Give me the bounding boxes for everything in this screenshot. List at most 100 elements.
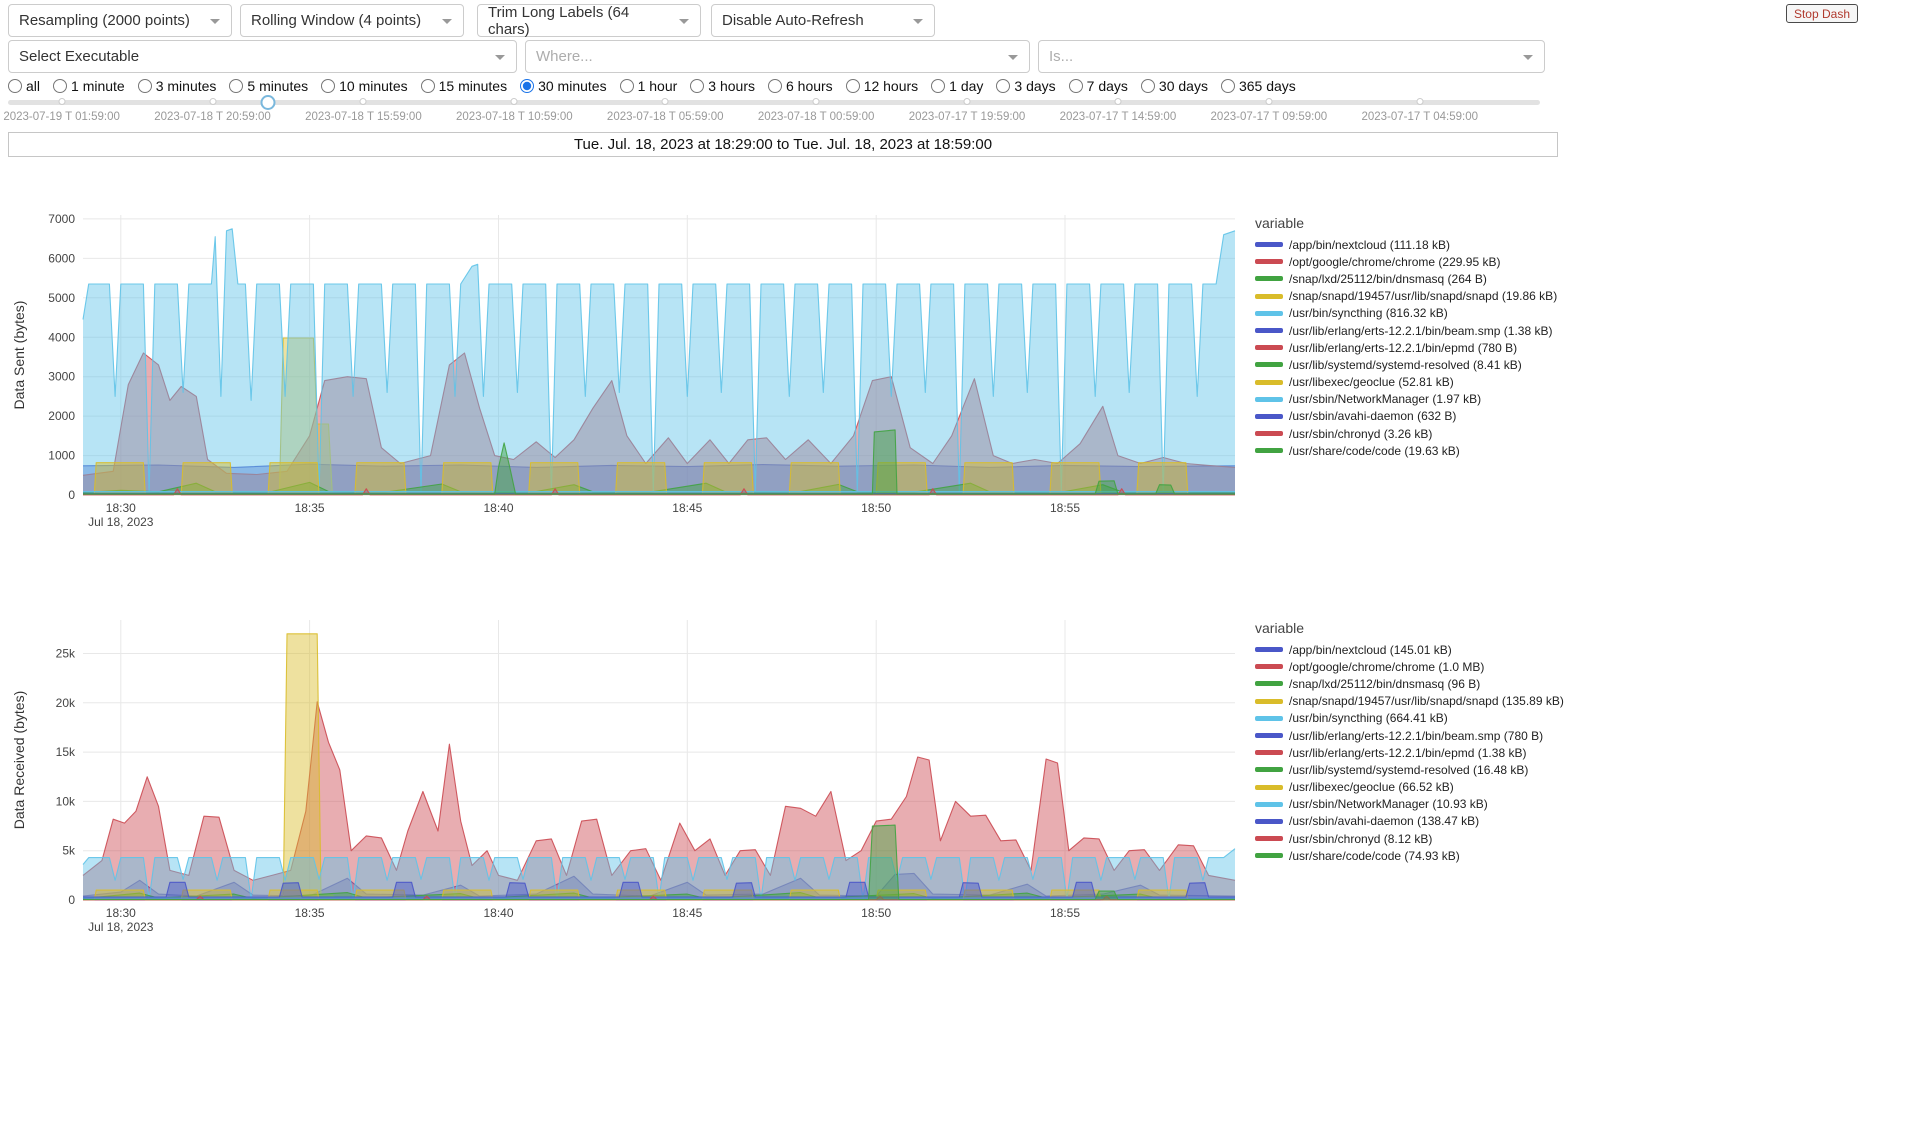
toolbar-dropdown-label: Rolling Window (4 points): [251, 12, 421, 29]
legend-entry[interactable]: /usr/libexec/geoclue (66.52 kB): [1255, 779, 1555, 796]
stop-dash-button[interactable]: Stop Dash: [1786, 4, 1858, 23]
interval-option[interactable]: 1 minute: [53, 78, 125, 94]
plot-area[interactable]: 05k10k15k20k25k18:30Jul 18, 202318:3518:…: [0, 610, 1250, 945]
interval-radio[interactable]: [421, 79, 435, 93]
executable-dropdown[interactable]: Select Executable: [8, 40, 517, 73]
interval-option[interactable]: 3 minutes: [138, 78, 217, 94]
svg-text:25k: 25k: [56, 647, 76, 661]
interval-radio[interactable]: [846, 79, 860, 93]
toolbar-dropdown-0[interactable]: Resampling (2000 points): [8, 4, 232, 37]
svg-text:1000: 1000: [48, 449, 75, 463]
legend-label: /usr/libexec/geoclue (66.52 kB): [1289, 780, 1454, 794]
is-dropdown[interactable]: Is...: [1038, 40, 1545, 73]
interval-option[interactable]: 3 days: [996, 78, 1055, 94]
legend-entry[interactable]: /usr/libexec/geoclue (52.81 kB): [1255, 374, 1555, 391]
legend-label: /usr/bin/syncthing (664.41 kB): [1289, 711, 1448, 725]
slider-tick-dot: [511, 98, 518, 105]
interval-option[interactable]: 1 day: [931, 78, 983, 94]
plot-area[interactable]: 0100020003000400050006000700018:30Jul 18…: [0, 205, 1250, 540]
legend-entry[interactable]: /snap/snapd/19457/usr/lib/snapd/snapd (1…: [1255, 288, 1555, 305]
legend-label: /usr/lib/systemd/systemd-resolved (8.41 …: [1289, 358, 1522, 372]
interval-radio[interactable]: [321, 79, 335, 93]
legend-entry[interactable]: /app/bin/nextcloud (111.18 kB): [1255, 236, 1555, 253]
legend-entry[interactable]: /usr/lib/systemd/systemd-resolved (8.41 …: [1255, 356, 1555, 373]
legend-label: /usr/lib/erlang/erts-12.2.1/bin/beam.smp…: [1289, 324, 1552, 338]
svg-text:18:35: 18:35: [295, 501, 325, 515]
interval-radio[interactable]: [8, 79, 22, 93]
interval-option[interactable]: 10 minutes: [321, 78, 407, 94]
interval-option[interactable]: 30 minutes: [520, 78, 606, 94]
interval-option[interactable]: 1 hour: [620, 78, 678, 94]
legend-entry[interactable]: /usr/lib/systemd/systemd-resolved (16.48…: [1255, 761, 1555, 778]
legend-label: /usr/lib/erlang/erts-12.2.1/bin/epmd (78…: [1289, 341, 1517, 355]
slider-mark-label: 2023-07-18 T 10:59:00: [456, 111, 573, 123]
interval-radio[interactable]: [690, 79, 704, 93]
legend-entry[interactable]: /usr/sbin/NetworkManager (10.93 kB): [1255, 796, 1555, 813]
interval-radio[interactable]: [768, 79, 782, 93]
slider-tick-dot: [360, 98, 367, 105]
interval-radio[interactable]: [229, 79, 243, 93]
legend-entry[interactable]: /usr/lib/erlang/erts-12.2.1/bin/beam.smp…: [1255, 727, 1555, 744]
legend-entry[interactable]: /usr/sbin/avahi-daemon (632 B): [1255, 408, 1555, 425]
slider-tick-dot: [1114, 98, 1121, 105]
legend-swatch: [1255, 311, 1283, 316]
slider-handle[interactable]: [261, 95, 276, 110]
legend-entry[interactable]: /snap/snapd/19457/usr/lib/snapd/snapd (1…: [1255, 693, 1555, 710]
svg-text:0: 0: [68, 893, 75, 907]
legend-entry[interactable]: /usr/bin/syncthing (816.32 kB): [1255, 305, 1555, 322]
interval-option[interactable]: 15 minutes: [421, 78, 507, 94]
svg-text:4000: 4000: [48, 330, 75, 344]
svg-text:18:50: 18:50: [861, 906, 891, 920]
y-axis-title: Data Sent (bytes): [11, 301, 27, 410]
svg-text:Jul 18, 2023: Jul 18, 2023: [88, 515, 154, 529]
legend-entry[interactable]: /usr/share/code/code (74.93 kB): [1255, 847, 1555, 864]
legend-entry[interactable]: /opt/google/chrome/chrome (229.95 kB): [1255, 253, 1555, 270]
legend-entry[interactable]: /usr/lib/erlang/erts-12.2.1/bin/epmd (1.…: [1255, 744, 1555, 761]
chart-data-sent[interactable]: 0100020003000400050006000700018:30Jul 18…: [0, 205, 1250, 545]
toolbar-dropdown-3[interactable]: Disable Auto-Refresh: [711, 4, 935, 37]
interval-radio[interactable]: [931, 79, 945, 93]
interval-option[interactable]: 6 hours: [768, 78, 833, 94]
interval-radio[interactable]: [138, 79, 152, 93]
legend-swatch: [1255, 664, 1283, 669]
interval-option[interactable]: 30 days: [1141, 78, 1208, 94]
legend-entry[interactable]: /snap/lxd/25112/bin/dnsmasq (96 B): [1255, 675, 1555, 692]
interval-radio[interactable]: [1141, 79, 1155, 93]
legend-entry[interactable]: /usr/sbin/chronyd (3.26 kB): [1255, 425, 1555, 442]
interval-radio[interactable]: [996, 79, 1010, 93]
legend-label: /usr/sbin/NetworkManager (10.93 kB): [1289, 797, 1488, 811]
legend-entry[interactable]: /usr/bin/syncthing (664.41 kB): [1255, 710, 1555, 727]
legend-data-sent: variable/app/bin/nextcloud (111.18 kB)/o…: [1255, 215, 1555, 459]
interval-option[interactable]: all: [8, 78, 40, 94]
legend-swatch: [1255, 767, 1283, 772]
interval-radio[interactable]: [520, 79, 534, 93]
interval-option[interactable]: 3 hours: [690, 78, 755, 94]
legend-entry[interactable]: /usr/lib/erlang/erts-12.2.1/bin/epmd (78…: [1255, 339, 1555, 356]
legend-entry[interactable]: /app/bin/nextcloud (145.01 kB): [1255, 641, 1555, 658]
time-slider-rail[interactable]: [8, 100, 1540, 105]
interval-radio[interactable]: [1221, 79, 1235, 93]
interval-option[interactable]: 12 hours: [846, 78, 918, 94]
legend-entry[interactable]: /opt/google/chrome/chrome (1.0 MB): [1255, 658, 1555, 675]
legend-swatch: [1255, 276, 1283, 281]
legend-entry[interactable]: /usr/share/code/code (19.63 kB): [1255, 442, 1555, 459]
interval-radio[interactable]: [1069, 79, 1083, 93]
chevron-down-icon: [495, 55, 505, 60]
interval-option[interactable]: 5 minutes: [229, 78, 308, 94]
slider-mark-label: 2023-07-17 T 14:59:00: [1060, 111, 1177, 123]
toolbar-dropdown-2[interactable]: Trim Long Labels (64 chars): [477, 4, 701, 37]
interval-option[interactable]: 365 days: [1221, 78, 1296, 94]
legend-entry[interactable]: /usr/lib/erlang/erts-12.2.1/bin/beam.smp…: [1255, 322, 1555, 339]
svg-text:7000: 7000: [48, 212, 75, 226]
legend-entry[interactable]: /usr/sbin/chronyd (8.12 kB): [1255, 830, 1555, 847]
interval-option[interactable]: 7 days: [1069, 78, 1128, 94]
legend-swatch: [1255, 647, 1283, 652]
toolbar-dropdown-1[interactable]: Rolling Window (4 points): [240, 4, 464, 37]
interval-radio[interactable]: [620, 79, 634, 93]
legend-entry[interactable]: /usr/sbin/NetworkManager (1.97 kB): [1255, 391, 1555, 408]
where-dropdown[interactable]: Where...: [525, 40, 1030, 73]
interval-radio[interactable]: [53, 79, 67, 93]
chart-data-received[interactable]: 05k10k15k20k25k18:30Jul 18, 202318:3518:…: [0, 610, 1250, 950]
legend-entry[interactable]: /usr/sbin/avahi-daemon (138.47 kB): [1255, 813, 1555, 830]
legend-entry[interactable]: /snap/lxd/25112/bin/dnsmasq (264 B): [1255, 270, 1555, 287]
